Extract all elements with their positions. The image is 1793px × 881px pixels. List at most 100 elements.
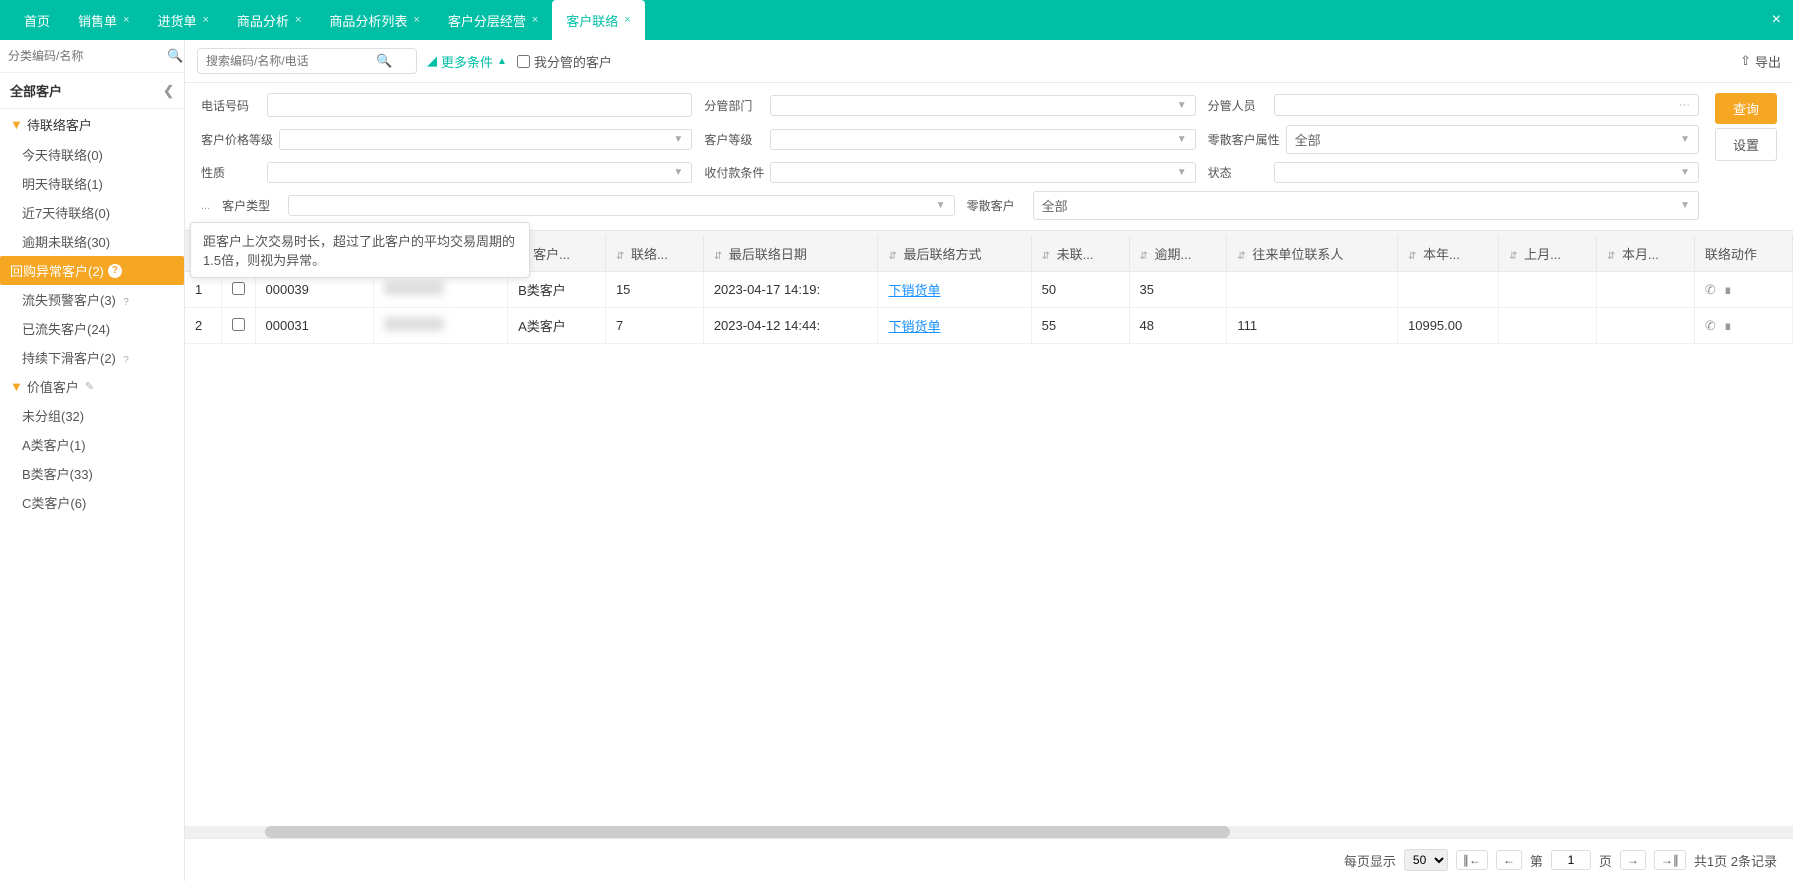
close-icon[interactable]: × (532, 14, 538, 26)
close-icon[interactable]: × (295, 14, 301, 26)
sidebar-ungroup[interactable]: 未分组(32) (0, 401, 184, 430)
filter-customer-level: 客户等级 ▼ (704, 129, 1195, 150)
first-page-button[interactable]: ∥← (1456, 850, 1488, 870)
search-input[interactable] (206, 54, 376, 68)
sidebar-repurchase-abnormal[interactable]: 回购异常客户(2) ? (0, 256, 184, 285)
sidebar-search-input[interactable] (8, 49, 163, 63)
row-code: 000031 (255, 308, 373, 344)
nav-customer-contact[interactable]: 客户联络 × (552, 0, 644, 40)
sidebar-tomorrow-pending[interactable]: 明天待联络(1) (0, 169, 184, 198)
pagination: 每页显示 50 ∥← ← 第 页 → →∥ 共1页 2条记录 (185, 838, 1793, 881)
sidebar-a-class[interactable]: A类客户(1) (0, 430, 184, 459)
sidebar-loss-warning[interactable]: 流失预警客户(3) ? (0, 285, 184, 314)
filter-person-select[interactable]: ··· (1274, 94, 1699, 116)
qr-icon[interactable]: ∎ (1724, 318, 1732, 334)
sort-icon: ⇵ (1140, 251, 1148, 262)
sidebar-overdue-no-contact[interactable]: 逾期未联络(30) (0, 227, 184, 256)
phone-icon[interactable]: ✆ (1705, 318, 1716, 334)
filter-status-select[interactable]: ▼ (1274, 162, 1699, 183)
filter-person: 分管人员 ··· (1208, 94, 1699, 116)
filter-more-button[interactable]: ◢ 更多条件 ▲ (427, 52, 507, 71)
ellipsis-icon: ··· (1679, 99, 1690, 111)
filter-row-1: 电话号码 分管部门 ▼ 分管人员 (201, 93, 1699, 117)
row-un-contact: 55 (1031, 308, 1129, 344)
close-icon[interactable]: × (202, 14, 208, 26)
row-last-month (1499, 308, 1597, 344)
nav-sales[interactable]: 销售单 × (64, 0, 143, 40)
sidebar-pending-group[interactable]: ▼ 待联络客户 (0, 109, 184, 140)
row-last-method: 下销货单 (878, 308, 1031, 344)
close-icon[interactable]: × (123, 14, 129, 26)
row-checkbox[interactable] (232, 318, 245, 331)
page-number-input[interactable] (1551, 850, 1591, 870)
filter-status: 状态 ▼ (1208, 162, 1699, 183)
sidebar-search-icon[interactable]: 🔍 (167, 48, 183, 64)
close-icon[interactable]: × (624, 14, 630, 26)
sidebar-b-class[interactable]: B类客户(33) (0, 459, 184, 488)
sidebar-all-customers[interactable]: 全部客户 ❮ (0, 73, 184, 109)
filter-price-select[interactable]: ▼ (279, 129, 692, 150)
filter-nature-select[interactable]: ▼ (267, 162, 692, 183)
filter-row-4: ... 客户类型 ▼ 零散客户 全部 ▼ (201, 191, 1699, 220)
query-button[interactable]: 查询 (1715, 93, 1777, 124)
row-last-method: 下销货单 (878, 272, 1031, 308)
col-action: 联络动作 (1694, 235, 1792, 272)
sidebar-value-group[interactable]: ▼ 价值客户 ✎ (0, 372, 184, 401)
col-last-date: ⇵ 最后联络日期 (703, 235, 878, 272)
filter-retail-customer-select[interactable]: 全部 ▼ (1033, 191, 1699, 220)
prev-page-button[interactable]: ← (1496, 850, 1522, 870)
col-last-month: ⇵ 上月... (1499, 235, 1597, 272)
last-page-button[interactable]: →∥ (1654, 850, 1686, 870)
next-page-button[interactable]: → (1620, 850, 1646, 870)
filter-customer-type-select[interactable]: ▼ (288, 195, 954, 216)
nav-customer-tier[interactable]: 客户分层经营 × (434, 0, 552, 40)
filter-more-dots[interactable]: ... (201, 200, 210, 212)
filter-action-buttons: 查询 设置 (1715, 93, 1777, 220)
sort-icon: ⇵ (1408, 251, 1416, 262)
nav-home[interactable]: 首页 (10, 0, 64, 40)
filter-dept: 分管部门 ▼ (704, 95, 1195, 116)
search-icon[interactable]: 🔍 (376, 53, 392, 69)
top-nav: 首页 销售单 × 进货单 × 商品分析 × 商品分析列表 × 客户分层经营 × … (0, 0, 1793, 40)
export-button[interactable]: ⇧ 导出 (1740, 52, 1781, 71)
settings-button[interactable]: 设置 (1715, 128, 1777, 161)
chevron-down-icon: ▼ (673, 134, 683, 145)
qr-icon[interactable]: ∎ (1724, 282, 1732, 298)
sidebar-c-class[interactable]: C类客户(6) (0, 488, 184, 517)
filter-dept-select[interactable]: ▼ (770, 95, 1195, 116)
scrollbar-thumb[interactable] (265, 826, 1230, 838)
toolbar: 🔍 ◢ 更多条件 ▲ 我分管的客户 ⇧ 导出 (185, 40, 1793, 83)
sidebar-already-lost[interactable]: 已流失客户(24) (0, 314, 184, 343)
collapse-icon[interactable]: ❮ (163, 83, 174, 99)
close-icon[interactable]: × (413, 14, 419, 26)
sidebar-7day-pending[interactable]: 近7天待联络(0) (0, 198, 184, 227)
sidebar-search-wrap: 🔍 (0, 40, 184, 73)
sidebar-today-pending[interactable]: 今天待联络(0) (0, 140, 184, 169)
phone-icon[interactable]: ✆ (1705, 282, 1716, 298)
edit-icon[interactable]: ✎ (85, 380, 94, 393)
per-page-select[interactable]: 50 (1404, 849, 1448, 871)
row-action: ✆ ∎ (1694, 272, 1792, 308)
chevron-down-icon: ▼ (1680, 200, 1690, 211)
nav-purchase[interactable]: 进货单 × (143, 0, 222, 40)
col-last-method: ⇵ 最后联络方式 (878, 235, 1031, 272)
nav-analysis[interactable]: 商品分析 × (223, 0, 315, 40)
row-this-year (1398, 272, 1499, 308)
my-customer-checkbox[interactable] (517, 55, 530, 68)
window-close-button[interactable]: × (1772, 11, 1781, 29)
filter-phone-input[interactable] (267, 93, 692, 117)
help-icon: ? (108, 264, 122, 278)
chevron-down-icon: ▼ (1680, 167, 1690, 178)
filter-customer-level-select[interactable]: ▼ (770, 129, 1195, 150)
col-this-year: ⇵ 本年... (1398, 235, 1499, 272)
row-name (373, 308, 507, 344)
sidebar-decline-customers[interactable]: 持续下滑客户(2) ? (0, 343, 184, 372)
horizontal-scrollbar[interactable] (185, 826, 1793, 838)
row-checkbox[interactable] (232, 282, 245, 295)
col-company-contact: ⇵ 往来单位联系人 (1227, 235, 1398, 272)
nav-analysis-list[interactable]: 商品分析列表 × (315, 0, 433, 40)
filter-payment-select[interactable]: ▼ (770, 162, 1195, 183)
my-customer-checkbox-label[interactable]: 我分管的客户 (517, 52, 612, 71)
filter-retail-attr-select[interactable]: 全部 ▼ (1286, 125, 1699, 154)
filter-phone: 电话号码 (201, 93, 692, 117)
